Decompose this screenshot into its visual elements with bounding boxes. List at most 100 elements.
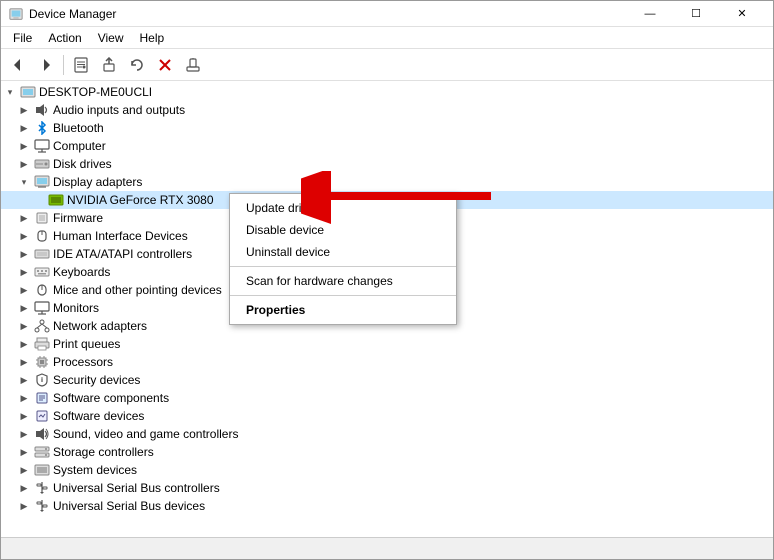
label-root: DESKTOP-ME0UCLI bbox=[39, 85, 152, 99]
expand-security: ▶ bbox=[17, 373, 31, 387]
title-bar: Device Manager — ☐ ✕ bbox=[1, 1, 773, 27]
label-monitors: Monitors bbox=[53, 301, 99, 315]
expand-diskdrives: ▶ bbox=[17, 157, 31, 171]
main-content: ▾ DESKTOP-ME0UCLI ▶ Audio inputs and out… bbox=[1, 81, 773, 537]
close-button[interactable]: ✕ bbox=[719, 1, 765, 27]
icon-processors bbox=[34, 354, 50, 370]
expand-audio: ▶ bbox=[17, 103, 31, 117]
label-mice: Mice and other pointing devices bbox=[53, 283, 222, 297]
icon-usb2 bbox=[34, 498, 50, 514]
label-nvidia: NVIDIA GeForce RTX 3080 bbox=[67, 193, 214, 207]
menu-help[interactable]: Help bbox=[132, 29, 173, 47]
rollback-button[interactable] bbox=[124, 52, 150, 78]
label-security: Security devices bbox=[53, 373, 140, 387]
expand-root: ▾ bbox=[3, 85, 17, 99]
label-keyboards: Keyboards bbox=[53, 265, 110, 279]
tree-item-diskdrives[interactable]: ▶ Disk drives bbox=[1, 155, 773, 173]
uninstall-toolbar-button[interactable] bbox=[152, 52, 178, 78]
label-softwarecomp: Software components bbox=[53, 391, 169, 405]
minimize-button[interactable]: — bbox=[627, 1, 673, 27]
label-computer: Computer bbox=[53, 139, 106, 153]
icon-network bbox=[34, 318, 50, 334]
context-menu-sep-1 bbox=[230, 266, 456, 267]
window-controls: — ☐ ✕ bbox=[627, 1, 765, 27]
forward-button[interactable] bbox=[33, 52, 59, 78]
icon-diskdrives bbox=[34, 156, 50, 172]
label-usb1: Universal Serial Bus controllers bbox=[53, 481, 220, 495]
context-menu-item-properties[interactable]: Properties bbox=[230, 299, 456, 321]
label-print: Print queues bbox=[53, 337, 120, 351]
scan-toolbar-button[interactable] bbox=[180, 52, 206, 78]
expand-hid: ▶ bbox=[17, 229, 31, 243]
tree-item-storage[interactable]: ▶ Storage controllers bbox=[1, 443, 773, 461]
icon-firmware bbox=[34, 210, 50, 226]
expand-mice: ▶ bbox=[17, 283, 31, 297]
tree-item-usb1[interactable]: ▶ Universal Serial Bus controllers bbox=[1, 479, 773, 497]
tree-item-bluetooth[interactable]: ▶ Bluetooth bbox=[1, 119, 773, 137]
expand-storage: ▶ bbox=[17, 445, 31, 459]
label-sound: Sound, video and game controllers bbox=[53, 427, 238, 441]
label-system: System devices bbox=[53, 463, 137, 477]
tree-item-security[interactable]: ▶ Security devices bbox=[1, 371, 773, 389]
expand-nvidia bbox=[31, 193, 45, 207]
context-menu: Update driver Disable device Uninstall d… bbox=[229, 193, 457, 325]
label-usb2: Universal Serial Bus devices bbox=[53, 499, 205, 513]
label-hid: Human Interface Devices bbox=[53, 229, 188, 243]
icon-print bbox=[34, 336, 50, 352]
update-driver-toolbar-button[interactable] bbox=[96, 52, 122, 78]
back-button[interactable] bbox=[5, 52, 31, 78]
label-displayadapters: Display adapters bbox=[53, 175, 142, 189]
icon-storage bbox=[34, 444, 50, 460]
status-bar bbox=[1, 537, 773, 559]
expand-softwarecomp: ▶ bbox=[17, 391, 31, 405]
context-menu-sep-2 bbox=[230, 295, 456, 296]
tree-item-processors[interactable]: ▶ Processors bbox=[1, 353, 773, 371]
icon-displayadapters bbox=[34, 174, 50, 190]
label-storage: Storage controllers bbox=[53, 445, 154, 459]
label-ide: IDE ATA/ATAPI controllers bbox=[53, 247, 192, 261]
label-diskdrives: Disk drives bbox=[53, 157, 112, 171]
icon-ide bbox=[34, 246, 50, 262]
tree-item-usb2[interactable]: ▶ Universal Serial Bus devices bbox=[1, 497, 773, 515]
toolbar bbox=[1, 49, 773, 81]
icon-root bbox=[20, 84, 36, 100]
context-menu-item-update[interactable]: Update driver bbox=[230, 197, 456, 219]
expand-ide: ▶ bbox=[17, 247, 31, 261]
icon-keyboards bbox=[34, 264, 50, 280]
expand-network: ▶ bbox=[17, 319, 31, 333]
maximize-button[interactable]: ☐ bbox=[673, 1, 719, 27]
label-firmware: Firmware bbox=[53, 211, 103, 225]
icon-mice bbox=[34, 282, 50, 298]
properties-button[interactable] bbox=[68, 52, 94, 78]
tree-item-displayadapters[interactable]: ▾ Display adapters bbox=[1, 173, 773, 191]
expand-displayadapters: ▾ bbox=[17, 175, 31, 189]
icon-bluetooth bbox=[34, 120, 50, 136]
tree-item-sound[interactable]: ▶ Sound, video and game controllers bbox=[1, 425, 773, 443]
context-menu-item-scan[interactable]: Scan for hardware changes bbox=[230, 270, 456, 292]
app-icon bbox=[9, 7, 23, 21]
expand-processors: ▶ bbox=[17, 355, 31, 369]
expand-sound: ▶ bbox=[17, 427, 31, 441]
icon-security bbox=[34, 372, 50, 388]
menu-file[interactable]: File bbox=[5, 29, 40, 47]
icon-system bbox=[34, 462, 50, 478]
context-menu-item-disable[interactable]: Disable device bbox=[230, 219, 456, 241]
icon-softwarecomp bbox=[34, 390, 50, 406]
tree-item-system[interactable]: ▶ System devices bbox=[1, 461, 773, 479]
expand-usb1: ▶ bbox=[17, 481, 31, 495]
tree-item-audio[interactable]: ▶ Audio inputs and outputs bbox=[1, 101, 773, 119]
tree-item-softwarecomp[interactable]: ▶ Software components bbox=[1, 389, 773, 407]
expand-system: ▶ bbox=[17, 463, 31, 477]
expand-softwaredev: ▶ bbox=[17, 409, 31, 423]
menu-action[interactable]: Action bbox=[40, 29, 89, 47]
icon-computer bbox=[34, 138, 50, 154]
menu-view[interactable]: View bbox=[90, 29, 132, 47]
tree-item-root[interactable]: ▾ DESKTOP-ME0UCLI bbox=[1, 83, 773, 101]
icon-monitors bbox=[34, 300, 50, 316]
label-softwaredev: Software devices bbox=[53, 409, 144, 423]
tree-item-computer[interactable]: ▶ Computer bbox=[1, 137, 773, 155]
label-audio: Audio inputs and outputs bbox=[53, 103, 185, 117]
tree-item-softwaredev[interactable]: ▶ Software devices bbox=[1, 407, 773, 425]
context-menu-item-uninstall[interactable]: Uninstall device bbox=[230, 241, 456, 263]
tree-item-print[interactable]: ▶ Print queues bbox=[1, 335, 773, 353]
